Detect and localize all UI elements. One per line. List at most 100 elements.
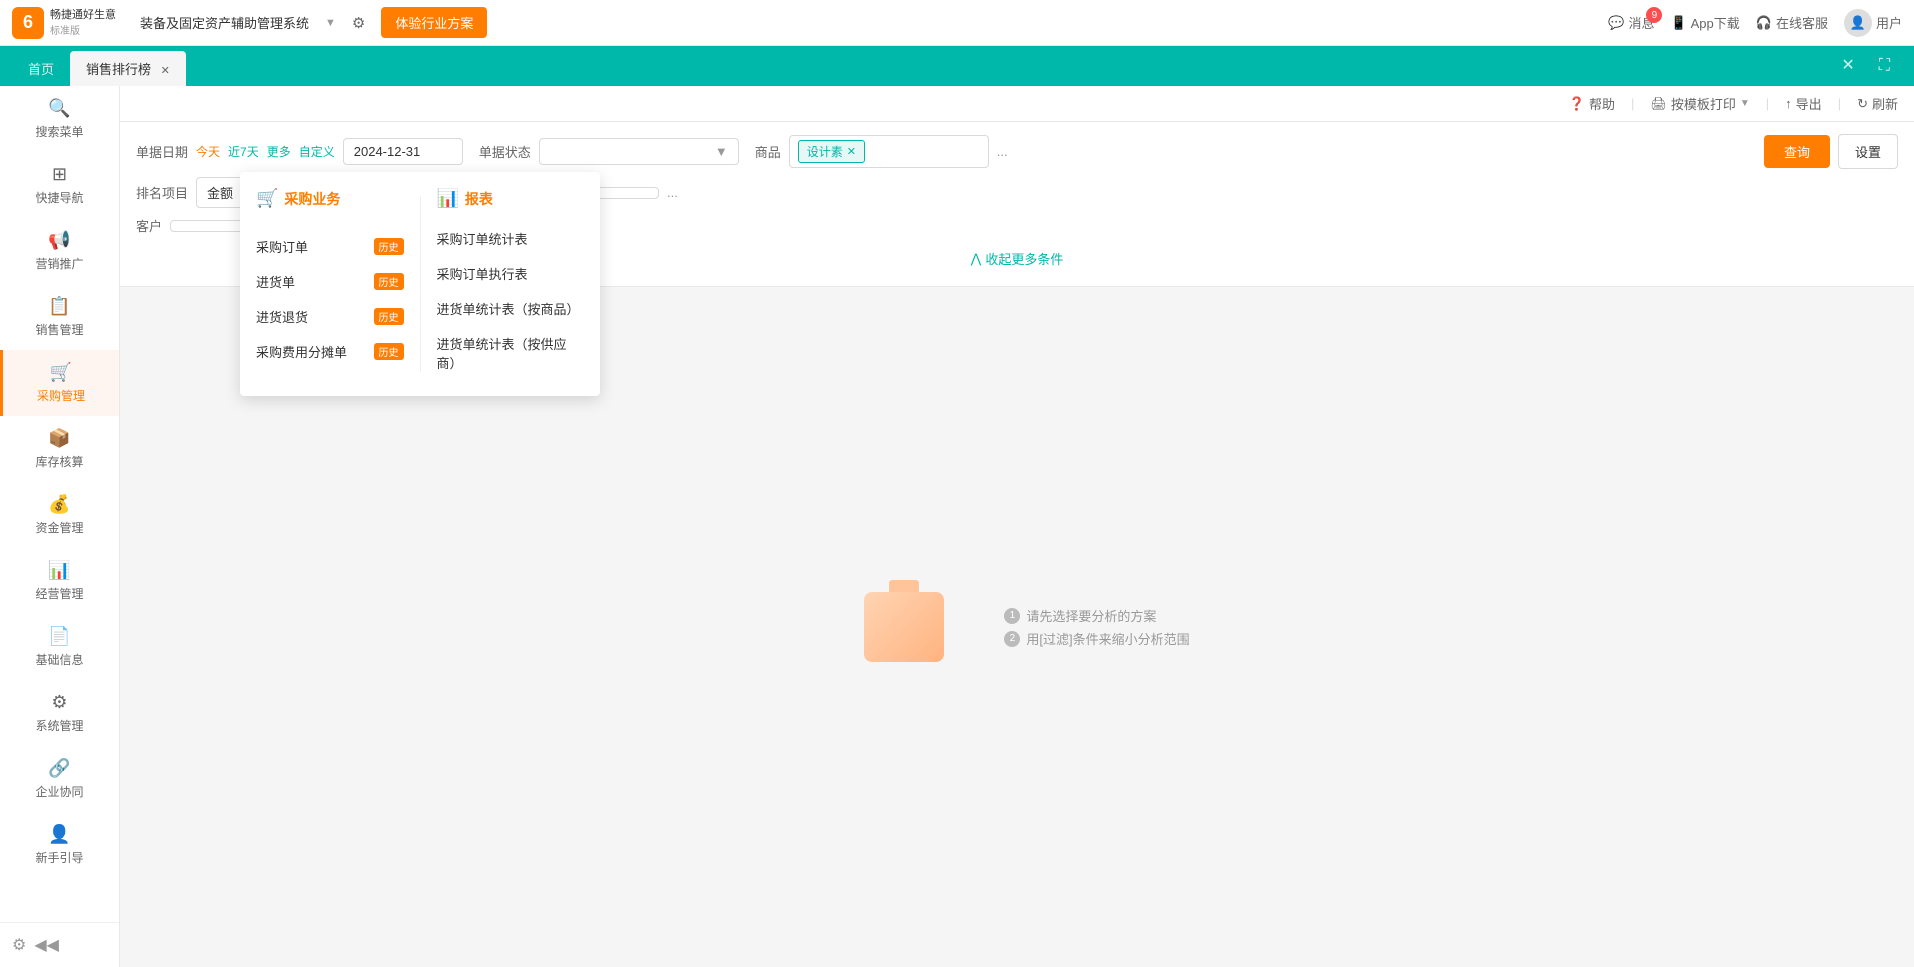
- sidebar-item-quick[interactable]: ⊞ 快捷导航: [0, 152, 119, 218]
- sales-icon: 📋: [48, 296, 70, 317]
- tab-home[interactable]: 首页: [12, 51, 70, 86]
- app-download-button[interactable]: 📱 App下载: [1670, 13, 1739, 32]
- goods-input-area[interactable]: 设计素 ✕: [789, 135, 989, 168]
- basic-icon: 📄: [48, 626, 70, 647]
- sidebar-item-system[interactable]: ⚙ 系统管理: [0, 680, 119, 746]
- logo-text: 畅捷通好生意: [50, 8, 116, 22]
- tab-close-icon[interactable]: ✕: [161, 65, 170, 77]
- top-right: 💬 消息 9 📱 App下载 🎧 在线客服 👤 用户: [1608, 9, 1902, 37]
- message-icon: 💬: [1608, 15, 1624, 31]
- content-toolbar: ❓ 帮助 | 🖨 按模板打印 ▼ | ↑ 导出 | ↻ 刷新: [120, 86, 1914, 122]
- history-badge-1: 历史: [374, 273, 404, 290]
- purchase-icon: 🛒: [50, 362, 72, 383]
- sidebar-item-basic[interactable]: 📄 基础信息: [0, 614, 119, 680]
- top-bar: 6 畅捷通好生意 标准版 装备及固定资产辅助管理系统 ▼ ⚙ 体验行业方案 💬 …: [0, 0, 1914, 46]
- status-filter: 单据状态 ▼: [479, 138, 739, 165]
- date-short-7days[interactable]: 近7天: [228, 143, 259, 160]
- menu-item-purchase-order-exec[interactable]: 采购订单执行表: [437, 256, 585, 291]
- menu-col-purchase: 🛒 采购业务 采购订单 历史 进货单 历史 进货退货 历史 采购费用分摊单: [240, 188, 420, 380]
- system-title: 装备及固定资产辅助管理系统 ▼ ⚙ 体验行业方案: [132, 7, 1608, 38]
- print-icon: 🖨: [1650, 96, 1667, 112]
- message-badge: 9: [1646, 7, 1662, 23]
- message-button[interactable]: 💬 消息 9: [1608, 13, 1654, 32]
- sidebar-item-sales[interactable]: 📋 销售管理: [0, 284, 119, 350]
- logo-area: 6 畅捷通好生意 标准版: [12, 7, 132, 39]
- sidebar-bottom: ⚙ ◀◀: [0, 922, 119, 967]
- tab-bar: 首页 销售排行榜 ✕ ✕ ⛶: [0, 46, 1914, 86]
- sidebar: 🔍 搜索菜单 ⊞ 快捷导航 📢 营销推广 📋 销售管理 🛒 采购管理 📦 库存核…: [0, 86, 120, 967]
- collapse-sidebar-icon[interactable]: ◀◀: [34, 935, 59, 955]
- menu-item-purchase-cost[interactable]: 采购费用分摊单 历史: [256, 334, 404, 369]
- export-button[interactable]: ↑ 导出: [1785, 94, 1822, 113]
- help-icon: ❓: [1569, 96, 1585, 112]
- report-menu-icon: 📊: [437, 188, 459, 209]
- history-badge-0: 历史: [374, 238, 404, 255]
- menu-item-goods-receipt[interactable]: 进货单 历史: [256, 264, 404, 299]
- avatar: 👤: [1844, 9, 1872, 37]
- menu-item-purchase-order[interactable]: 采购订单 历史: [256, 229, 404, 264]
- menu-item-goods-stat-by-product[interactable]: 进货单统计表（按商品）: [437, 291, 585, 326]
- online-service-button[interactable]: 🎧 在线客服: [1756, 13, 1828, 32]
- search-icon: 🔍: [48, 98, 70, 119]
- main-layout: 🔍 搜索菜单 ⊞ 快捷导航 📢 营销推广 📋 销售管理 🛒 采购管理 📦 库存核…: [0, 86, 1914, 967]
- fund-icon: 💰: [48, 494, 70, 515]
- logo-icon: 6: [12, 7, 44, 39]
- date-short-more[interactable]: 更多: [267, 143, 291, 160]
- status-dropdown-arrow: ▼: [715, 144, 728, 159]
- sidebar-item-guide[interactable]: 👤 新手引导: [0, 812, 119, 878]
- industry-button[interactable]: 体验行业方案: [381, 7, 487, 38]
- operation-icon: 📊: [48, 560, 70, 581]
- tab-bar-expand-icon[interactable]: ⛶: [1867, 46, 1902, 86]
- inventory-icon: 📦: [48, 428, 70, 449]
- sidebar-item-fund[interactable]: 💰 资金管理: [0, 482, 119, 548]
- goods-more-dots[interactable]: ...: [997, 144, 1008, 159]
- sidebar-item-marketing[interactable]: 📢 营销推广: [0, 218, 119, 284]
- date-input[interactable]: 2024-12-31: [343, 138, 463, 165]
- goods-tag: 设计素 ✕: [798, 140, 865, 163]
- headset-icon: 🎧: [1756, 15, 1772, 31]
- dropdown-menu: 🛒 采购业务 采购订单 历史 进货单 历史 进货退货 历史 采购费用分摊单: [240, 172, 600, 396]
- menu-item-purchase-order-stat[interactable]: 采购订单统计表: [437, 221, 585, 256]
- goods-tag-close[interactable]: ✕: [847, 145, 856, 158]
- history-badge-3: 历史: [374, 343, 404, 360]
- goods-filter: 商品 设计素 ✕ ...: [755, 135, 1008, 168]
- query-button[interactable]: 查询: [1764, 135, 1830, 168]
- tab-bar-close-icon[interactable]: ✕: [1829, 46, 1866, 86]
- content-area: ❓ 帮助 | 🖨 按模板打印 ▼ | ↑ 导出 | ↻ 刷新: [120, 86, 1914, 967]
- date-shortcuts: 今天 近7天 更多 自定义: [196, 143, 335, 160]
- sidebar-item-operation[interactable]: 📊 经营管理: [0, 548, 119, 614]
- salesman-more-dots[interactable]: ...: [667, 185, 678, 200]
- refresh-button[interactable]: ↻ 刷新: [1857, 94, 1898, 113]
- history-badge-2: 历史: [374, 308, 404, 325]
- sidebar-item-purchase[interactable]: 🛒 采购管理: [0, 350, 119, 416]
- sidebar-item-enterprise[interactable]: 🔗 企业协同: [0, 746, 119, 812]
- date-filter: 单据日期 今天 近7天 更多 自定义 2024-12-31: [136, 138, 463, 165]
- menu-col-reports: 📊 报表 采购订单统计表 采购订单执行表 进货单统计表（按商品） 进货单统计表（…: [421, 188, 601, 380]
- collapse-icon: ⋀: [971, 251, 982, 267]
- system-title-text: 装备及固定资产辅助管理系统: [140, 13, 309, 32]
- menu-item-goods-return[interactable]: 进货退货 历史: [256, 299, 404, 334]
- print-button[interactable]: 🖨 按模板打印 ▼: [1650, 94, 1749, 113]
- settings-icon[interactable]: ⚙: [352, 14, 365, 32]
- grid-icon: ⊞: [52, 164, 67, 185]
- logo-sub: 标准版: [50, 22, 116, 37]
- settings-bottom-icon[interactable]: ⚙: [12, 935, 26, 955]
- menu-item-goods-stat-by-supplier[interactable]: 进货单统计表（按供应商）: [437, 326, 585, 380]
- export-icon: ↑: [1785, 96, 1792, 111]
- sidebar-item-inventory[interactable]: 📦 库存核算: [0, 416, 119, 482]
- app-icon: 📱: [1670, 15, 1686, 31]
- user-avatar[interactable]: 👤 用户: [1844, 9, 1902, 37]
- print-dropdown-arrow[interactable]: ▼: [1740, 98, 1750, 109]
- date-short-today[interactable]: 今天: [196, 143, 220, 160]
- system-dropdown-arrow[interactable]: ▼: [325, 17, 336, 29]
- refresh-icon: ↻: [1857, 96, 1868, 112]
- date-short-custom[interactable]: 自定义: [299, 143, 335, 160]
- menu-col-purchase-title: 🛒 采购业务: [256, 188, 404, 217]
- enterprise-icon: 🔗: [48, 758, 70, 779]
- status-select[interactable]: ▼: [539, 138, 739, 165]
- collapse-button[interactable]: ⋀ 收起更多条件: [971, 243, 1064, 274]
- set-button[interactable]: 设置: [1838, 134, 1898, 169]
- sidebar-item-search[interactable]: 🔍 搜索菜单: [0, 86, 119, 152]
- help-button[interactable]: ❓ 帮助: [1569, 94, 1615, 113]
- tab-sales-rank[interactable]: 销售排行榜 ✕: [70, 51, 186, 86]
